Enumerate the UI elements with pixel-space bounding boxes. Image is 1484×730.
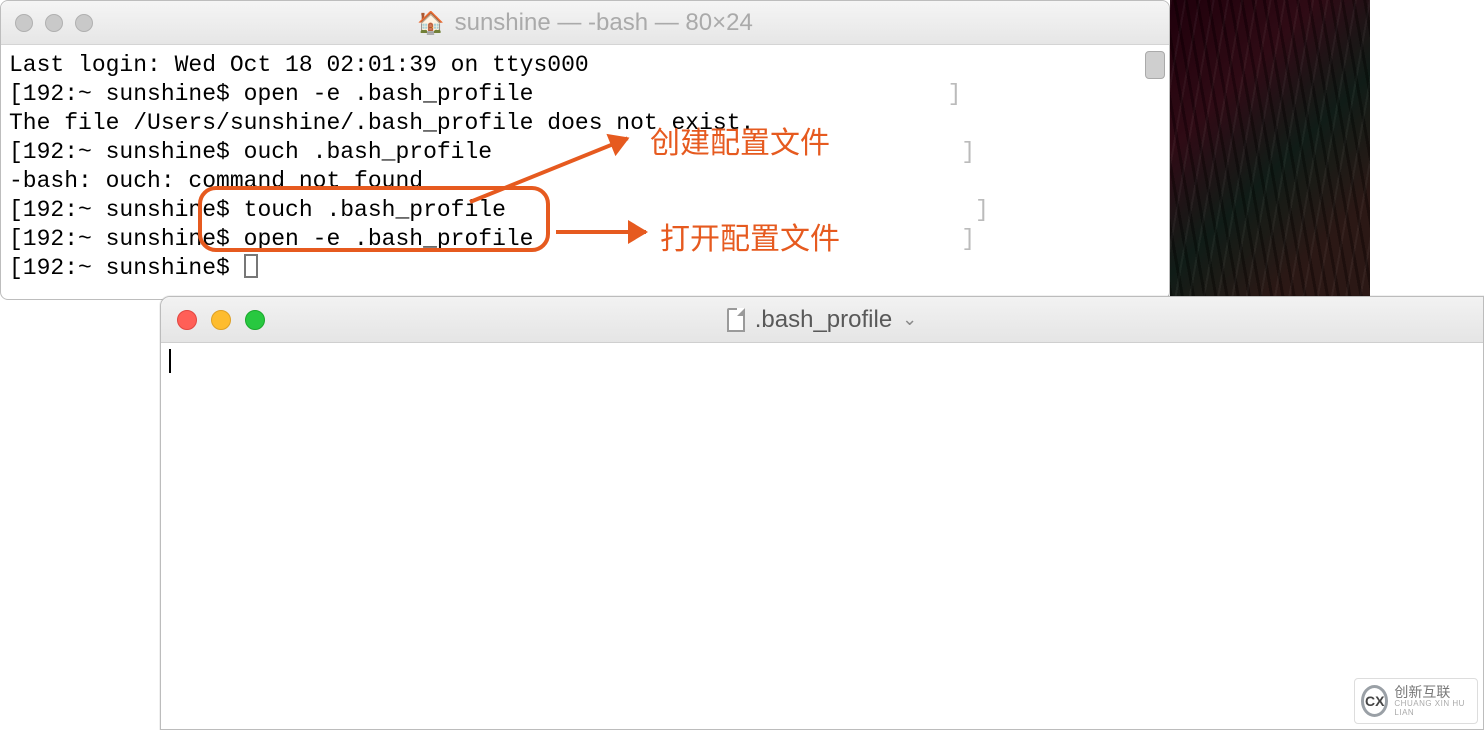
terminal-line: [192:~ sunshine$ ouch .bash_profile — [9, 139, 492, 165]
terminal-cursor — [244, 254, 258, 278]
terminal-title-text: sunshine — -bash — 80×24 — [455, 9, 753, 37]
terminal-line: [192:~ sunshine$ touch .bash_profile — [9, 197, 506, 223]
terminal-line: [192:~ sunshine$ open -e .bash_profile — [9, 226, 534, 252]
textedit-window[interactable]: .bash_profile ⌄ — [160, 296, 1484, 730]
terminal-body[interactable]: Last login: Wed Oct 18 02:01:39 on ttys0… — [1, 45, 1169, 299]
terminal-traffic-lights[interactable] — [15, 14, 93, 32]
textedit-title[interactable]: .bash_profile ⌄ — [727, 306, 918, 334]
close-button[interactable] — [15, 14, 33, 32]
zoom-button[interactable] — [245, 310, 265, 330]
textedit-body[interactable] — [161, 343, 1483, 729]
home-icon: 🏠 — [417, 10, 444, 36]
terminal-line: [192:~ sunshine$ — [9, 255, 244, 281]
terminal-line: The file /Users/sunshine/.bash_profile d… — [9, 110, 754, 136]
watermark-brand: 创新互联 — [1394, 685, 1471, 699]
terminal-line: Last login: Wed Oct 18 02:01:39 on ttys0… — [9, 52, 589, 78]
chevron-down-icon[interactable]: ⌄ — [902, 309, 917, 330]
terminal-window[interactable]: 🏠 sunshine — -bash — 80×24 Last login: W… — [0, 0, 1170, 300]
watermark-logo-icon: CX — [1361, 685, 1388, 717]
minimize-button[interactable] — [45, 14, 63, 32]
desktop-wallpaper — [1170, 0, 1370, 298]
annotation-arrow — [556, 230, 646, 234]
textedit-traffic-lights[interactable] — [177, 310, 265, 330]
textedit-titlebar[interactable]: .bash_profile ⌄ — [161, 297, 1483, 343]
terminal-line: -bash: ouch: command not found — [9, 168, 423, 194]
text-cursor — [169, 349, 171, 373]
annotation-label-open: 打开配置文件 — [660, 214, 840, 258]
document-icon — [727, 308, 745, 332]
close-button[interactable] — [177, 310, 197, 330]
watermark: CX 创新互联 CHUANG XIN HU LIAN — [1354, 678, 1478, 724]
scrollback-marker: ] — [534, 81, 962, 107]
textedit-title-text: .bash_profile — [755, 306, 892, 334]
terminal-title: 🏠 sunshine — -bash — 80×24 — [417, 9, 753, 37]
watermark-sub: CHUANG XIN HU LIAN — [1394, 699, 1471, 717]
annotation-label-create: 创建配置文件 — [650, 118, 830, 162]
terminal-titlebar[interactable]: 🏠 sunshine — -bash — 80×24 — [1, 1, 1169, 45]
terminal-output[interactable]: Last login: Wed Oct 18 02:01:39 on ttys0… — [9, 51, 1161, 283]
terminal-line: [192:~ sunshine$ open -e .bash_profile — [9, 81, 534, 107]
minimize-button[interactable] — [211, 310, 231, 330]
zoom-button[interactable] — [75, 14, 93, 32]
